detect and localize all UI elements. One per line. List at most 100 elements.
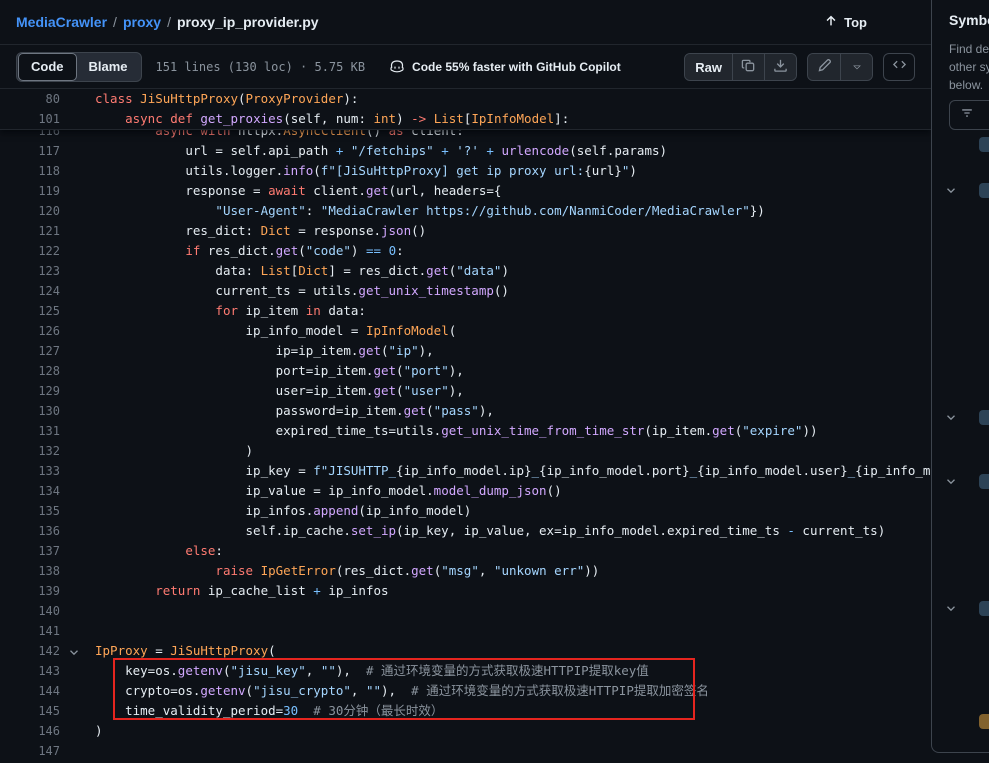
code-text: for ip_item in data: [95,301,931,321]
line-number[interactable]: 139 [0,581,60,601]
line-number[interactable]: 147 [0,741,60,761]
line-number[interactable]: 143 [0,661,60,681]
symbols-panel-toggle-button[interactable] [883,53,915,81]
line-number[interactable]: 132 [0,441,60,461]
tab-blame[interactable]: Blame [77,54,140,80]
code-text [95,601,931,621]
code-text: data: List[Dict] = res_dict.get("data") [95,261,931,281]
tab-code[interactable]: Code [18,53,77,81]
line-number[interactable]: 118 [0,161,60,181]
line-number[interactable]: 136 [0,521,60,541]
symbol-chip[interactable] [979,183,989,198]
code-text: time_validity_period=30 # 30分钟（最长时效） [95,701,931,721]
symbol-chip[interactable] [979,714,989,729]
line-number[interactable]: 140 [0,601,60,621]
download-button[interactable] [764,53,796,81]
copy-icon [741,58,756,76]
code-line: 131 expired_time_ts=utils.get_unix_time_… [0,421,931,441]
code-line: 147 [0,741,931,761]
breadcrumb-repo-link[interactable]: MediaCrawler [16,14,107,30]
code-text: key=os.getenv("jisu_key", ""), # 通过环境变量的… [95,661,931,681]
line-number[interactable]: 119 [0,181,60,201]
line-number[interactable]: 126 [0,321,60,341]
line-number[interactable]: 122 [0,241,60,261]
line-number[interactable]: 134 [0,481,60,501]
code-line: 142 IpProxy = JiSuHttpProxy( [0,641,931,661]
line-gutter [60,261,95,281]
line-gutter [60,109,95,129]
collapse-chevron-icon[interactable] [67,645,81,659]
line-number[interactable]: 121 [0,221,60,241]
download-icon [773,58,788,76]
code-line: 121 res_dict: Dict = response.json() [0,221,931,241]
breadcrumb: MediaCrawler / proxy / proxy_ip_provider… [16,14,319,30]
line-number[interactable]: 129 [0,381,60,401]
code-line: 130 password=ip_item.get("pass"), [0,401,931,421]
code-line: 144 crypto=os.getenv("jisu_crypto", ""),… [0,681,931,701]
edit-button[interactable] [808,53,840,81]
line-gutter [60,641,95,661]
line-number[interactable]: 116 [0,130,60,141]
line-number[interactable]: 142 [0,641,60,661]
line-number[interactable]: 131 [0,421,60,441]
line-gutter [60,221,95,241]
line-number[interactable]: 101 [0,109,60,129]
line-number[interactable]: 128 [0,361,60,381]
github-file-view: MediaCrawler / proxy / proxy_ip_provider… [0,0,989,763]
code-line: 143 key=os.getenv("jisu_key", ""), # 通过环… [0,661,931,681]
line-gutter [60,241,95,261]
code-line: 126 ip_info_model = IpInfoModel( [0,321,931,341]
symbols-filter-input[interactable] [949,100,989,130]
code-text: res_dict: Dict = response.json() [95,221,931,241]
line-number[interactable]: 117 [0,141,60,161]
line-number[interactable]: 124 [0,281,60,301]
back-to-top-button[interactable]: Top [824,14,867,31]
breadcrumb-separator: / [113,14,117,30]
chevron-down-icon[interactable] [944,183,958,197]
edit-group [807,53,873,81]
symbol-chip[interactable] [979,474,989,489]
chevron-down-icon[interactable] [944,474,958,488]
code-text: IpProxy = JiSuHttpProxy( [95,641,931,661]
line-number[interactable]: 130 [0,401,60,421]
symbol-chip[interactable] [979,601,989,616]
code-text: ) [95,441,931,461]
line-number[interactable]: 123 [0,261,60,281]
code-lines: 116 async with httpx.AsyncClient() as cl… [0,130,931,761]
line-number[interactable]: 127 [0,341,60,361]
line-number[interactable]: 145 [0,701,60,721]
copilot-banner[interactable]: Code 55% faster with GitHub Copilot [389,58,621,77]
line-gutter [60,141,95,161]
line-gutter [60,161,95,181]
chevron-down-icon[interactable] [944,410,958,424]
line-number[interactable]: 120 [0,201,60,221]
breadcrumb-folder-link[interactable]: proxy [123,14,161,30]
code-line: 101 async def get_proxies(self, num: int… [0,109,931,129]
line-number[interactable]: 137 [0,541,60,561]
line-gutter [60,501,95,521]
code-text: raise IpGetError(res_dict.get("msg", "un… [95,561,931,581]
line-number[interactable]: 138 [0,561,60,581]
code-line: 116 async with httpx.AsyncClient() as cl… [0,130,931,141]
code-line: 117 url = self.api_path + "/fetchips" + … [0,141,931,161]
line-number[interactable]: 133 [0,461,60,481]
line-number[interactable]: 141 [0,621,60,641]
line-number[interactable]: 144 [0,681,60,701]
edit-dropdown-button[interactable] [840,53,872,81]
line-gutter [60,561,95,581]
line-number[interactable]: 125 [0,301,60,321]
line-number[interactable]: 135 [0,501,60,521]
symbol-chip[interactable] [979,410,989,425]
line-number[interactable]: 146 [0,721,60,741]
code-text: ip=ip_item.get("ip"), [95,341,931,361]
sticky-context-lines: 80class JiSuHttpProxy(ProxyProvider):101… [0,89,931,130]
raw-button[interactable]: Raw [685,53,732,81]
copilot-icon [389,58,405,77]
symbol-chip[interactable] [979,137,989,152]
arrow-up-icon [824,14,838,31]
line-gutter [60,130,95,141]
code-line: 127 ip=ip_item.get("ip"), [0,341,931,361]
line-number[interactable]: 80 [0,89,60,109]
chevron-down-icon[interactable] [944,601,958,615]
copy-button[interactable] [732,53,764,81]
